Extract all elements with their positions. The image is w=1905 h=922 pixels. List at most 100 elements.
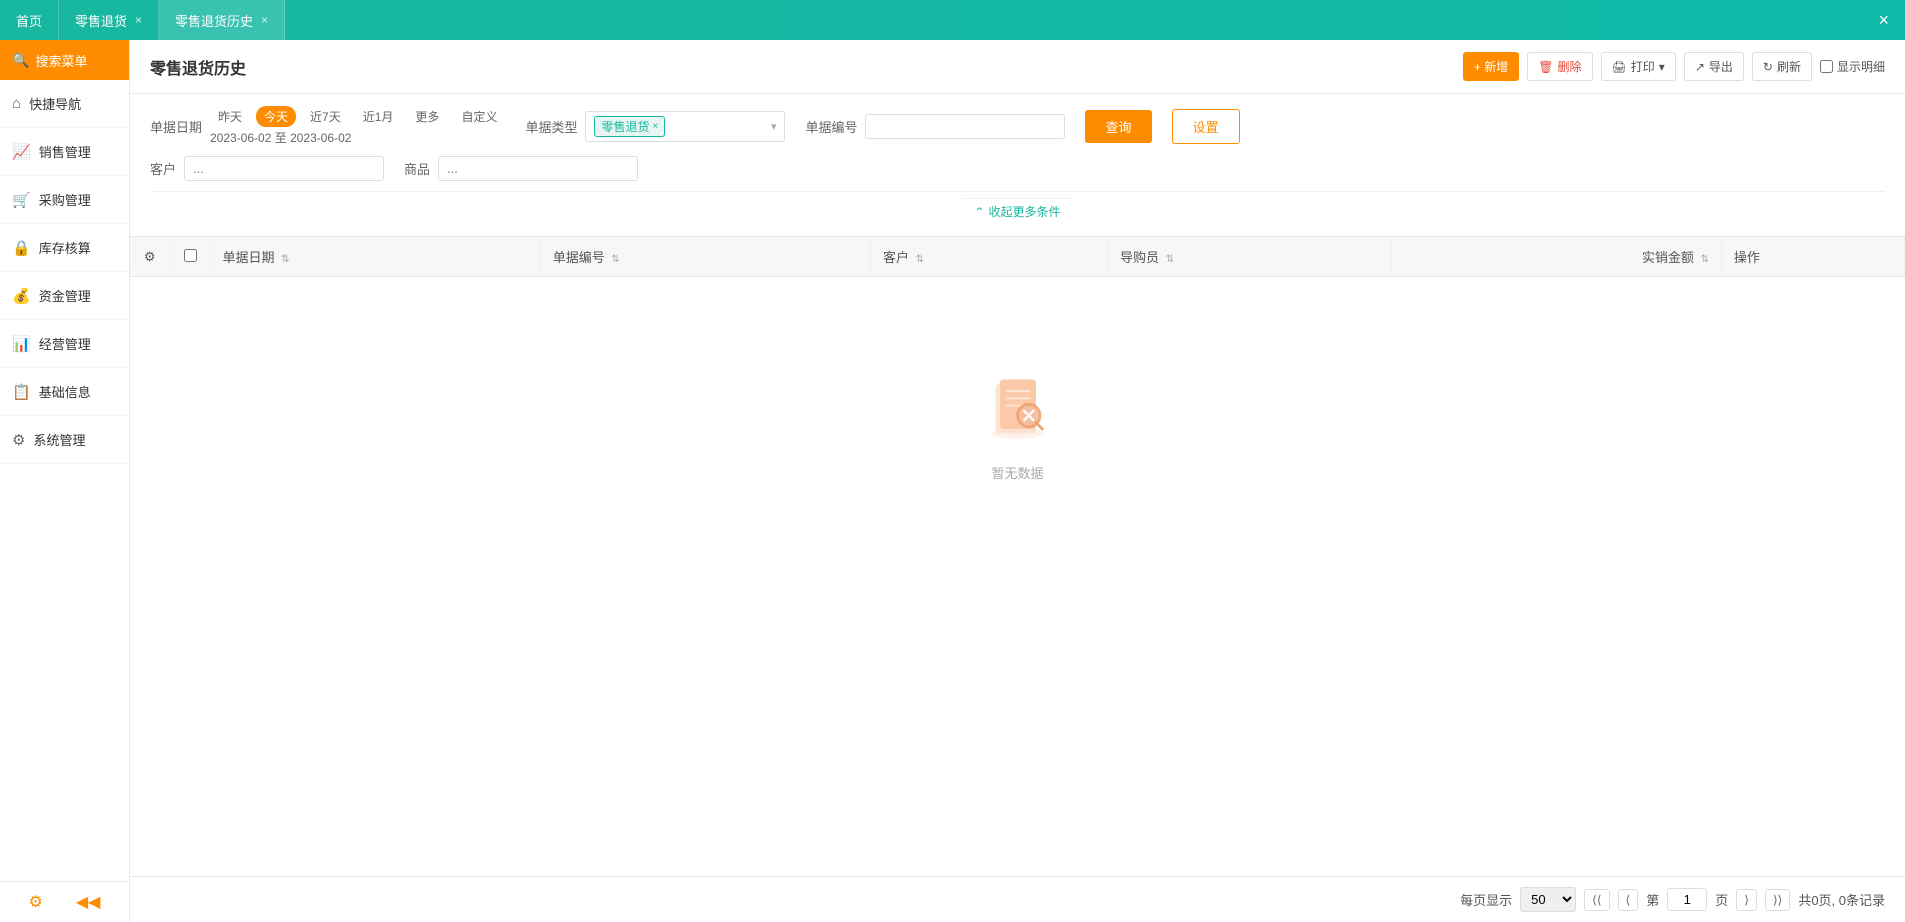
tab-retail-return-history-label: 零售退货历史 bbox=[175, 11, 253, 30]
sidebar-item-finance-label: 资金管理 bbox=[39, 286, 91, 305]
tab-retail-return-history-close[interactable]: × bbox=[261, 13, 268, 27]
sidebar-item-quick-nav-label: 快捷导航 bbox=[29, 94, 81, 113]
query-button[interactable]: 查询 bbox=[1085, 110, 1151, 143]
th-number[interactable]: 单据编号 ⇅ bbox=[540, 237, 870, 277]
date-last7-btn[interactable]: 近7天 bbox=[302, 106, 349, 127]
filter-area: 单据日期 昨天 今天 近7天 近1月 更多 自定义 2023-06-02 至 2… bbox=[130, 94, 1905, 237]
table-header-row: ⚙ 单据日期 ⇅ 单据编号 ⇅ bbox=[130, 237, 1905, 277]
page-title-bar: 零售退货历史 + 新增 🗑 删除 🖨 打印 ▾ ↗ 导出 ↻ bbox=[130, 40, 1905, 94]
operations-icon: 📊 bbox=[12, 335, 31, 353]
th-customer[interactable]: 客户 ⇅ bbox=[871, 237, 1108, 277]
th-amount-label: 实销金额 bbox=[1642, 250, 1694, 265]
print-button[interactable]: 🖨 打印 ▾ bbox=[1601, 52, 1676, 81]
delete-button[interactable]: 🗑 删除 bbox=[1527, 52, 1592, 81]
th-checkbox[interactable] bbox=[170, 237, 210, 277]
refresh-button[interactable]: ↻ 刷新 bbox=[1752, 52, 1812, 81]
date-last-month-btn[interactable]: 近1月 bbox=[355, 106, 402, 127]
prev-page-btn[interactable]: ⟨ bbox=[1618, 889, 1639, 911]
doc-number-input[interactable] bbox=[865, 114, 1065, 139]
th-date[interactable]: 单据日期 ⇅ bbox=[210, 237, 540, 277]
th-amount[interactable]: 实销金额 ⇅ bbox=[1391, 237, 1721, 277]
th-settings[interactable]: ⚙ bbox=[130, 237, 170, 277]
collapse-button[interactable]: ⌃ 收起更多条件 bbox=[962, 198, 1072, 224]
th-guide[interactable]: 导购员 ⇅ bbox=[1107, 237, 1391, 277]
date-yesterday-btn[interactable]: 昨天 bbox=[210, 106, 250, 127]
sidebar-item-sales-mgmt-label: 销售管理 bbox=[39, 142, 91, 161]
doc-type-tag: 零售退货 × bbox=[594, 116, 665, 137]
tab-home[interactable]: 首页 bbox=[0, 0, 59, 40]
sales-icon: 📈 bbox=[12, 143, 31, 161]
date-filter-container: 昨天 今天 近7天 近1月 更多 自定义 2023-06-02 至 2023-0… bbox=[210, 106, 505, 146]
goods-label: 商品 bbox=[404, 159, 430, 178]
display-detail-checkbox[interactable] bbox=[1820, 60, 1833, 73]
print-label: 打印 bbox=[1631, 58, 1655, 75]
first-page-btn[interactable]: ⟨⟨ bbox=[1584, 889, 1609, 911]
delete-icon: 🗑 bbox=[1538, 60, 1553, 74]
sidebar-gear-button[interactable]: ⚙ bbox=[29, 892, 43, 912]
sidebar-search-label: 搜索菜单 bbox=[35, 51, 87, 70]
window-close-button[interactable]: × bbox=[1862, 10, 1905, 31]
sidebar-volume-button[interactable]: ◀◀ bbox=[76, 892, 101, 912]
doc-type-label: 单据类型 bbox=[525, 117, 577, 136]
new-button[interactable]: + 新增 bbox=[1463, 52, 1519, 81]
doc-type-tag-close[interactable]: × bbox=[652, 121, 658, 132]
refresh-icon: ↻ bbox=[1763, 60, 1773, 74]
doc-type-select[interactable]: 零售退货 × ▾ bbox=[585, 111, 785, 142]
goods-input[interactable] bbox=[438, 156, 638, 181]
date-custom-btn[interactable]: 自定义 bbox=[453, 106, 505, 127]
guide-sort-icon: ⇅ bbox=[1166, 254, 1174, 265]
display-detail-text: 显示明细 bbox=[1837, 58, 1885, 75]
date-filter-label: 单据日期 bbox=[150, 117, 202, 136]
customer-label: 客户 bbox=[150, 159, 176, 178]
filter-doc-number: 单据编号 bbox=[805, 114, 1065, 139]
th-action-label: 操作 bbox=[1734, 250, 1760, 265]
sidebar-item-base-info-label: 基础信息 bbox=[39, 382, 91, 401]
last-page-btn[interactable]: ⟩⟩ bbox=[1765, 889, 1790, 911]
tab-retail-return-close[interactable]: × bbox=[135, 13, 142, 27]
sidebar-item-base-info[interactable]: 📋 基础信息 bbox=[0, 368, 129, 416]
sidebar-item-operations-label: 经营管理 bbox=[39, 334, 91, 353]
main-layout: 🔍 搜索菜单 ⌂ 快捷导航 📈 销售管理 🛒 采购管理 🔒 库存核算 💰 资金管… bbox=[0, 40, 1905, 922]
sidebar-item-inventory-label: 库存核算 bbox=[39, 238, 91, 257]
customer-input[interactable] bbox=[184, 156, 384, 181]
sidebar-item-operations[interactable]: 📊 经营管理 bbox=[0, 320, 129, 368]
tab-retail-return[interactable]: 零售退货 × bbox=[59, 0, 159, 40]
export-button[interactable]: ↗ 导出 bbox=[1684, 52, 1744, 81]
collapse-container: ⌃ 收起更多条件 bbox=[150, 191, 1885, 224]
sidebar-item-purchase-mgmt[interactable]: 🛒 采购管理 bbox=[0, 176, 129, 224]
filter-goods: 商品 bbox=[404, 156, 638, 181]
page-prefix-label: 第 bbox=[1646, 890, 1659, 909]
tab-list: 首页 零售退货 × 零售退货历史 × bbox=[0, 0, 1862, 40]
sidebar-item-system-mgmt-label: 系统管理 bbox=[33, 430, 85, 449]
table-container: ⚙ 单据日期 ⇅ 单据编号 ⇅ bbox=[130, 237, 1905, 562]
filter-settings-button[interactable]: 设置 bbox=[1172, 109, 1240, 144]
sidebar-item-sales-mgmt[interactable]: 📈 销售管理 bbox=[0, 128, 129, 176]
amount-sort-icon: ⇅ bbox=[1700, 254, 1708, 265]
per-page-select[interactable]: 50 100 200 bbox=[1520, 887, 1576, 912]
th-guide-label: 导购员 bbox=[1120, 250, 1159, 265]
date-sort-icon: ⇅ bbox=[281, 254, 289, 265]
sidebar-item-system-mgmt[interactable]: ⚙ 系统管理 bbox=[0, 416, 129, 464]
settings-icon[interactable]: ⚙ bbox=[144, 249, 156, 264]
sidebar-item-finance[interactable]: 💰 资金管理 bbox=[0, 272, 129, 320]
sidebar-item-quick-nav[interactable]: ⌂ 快捷导航 bbox=[0, 80, 129, 128]
sidebar-item-inventory[interactable]: 🔒 库存核算 bbox=[0, 224, 129, 272]
th-number-label: 单据编号 bbox=[553, 250, 605, 265]
tab-retail-return-history[interactable]: 零售退货历史 × bbox=[159, 0, 285, 40]
delete-label: 删除 bbox=[1558, 58, 1582, 75]
home-icon: ⌂ bbox=[12, 95, 21, 112]
top-bar: 首页 零售退货 × 零售退货历史 × × bbox=[0, 0, 1905, 40]
customer-sort-icon: ⇅ bbox=[916, 254, 924, 265]
select-all-checkbox[interactable] bbox=[184, 249, 197, 262]
export-icon: ↗ bbox=[1695, 60, 1705, 74]
next-page-btn[interactable]: ⟩ bbox=[1736, 889, 1757, 911]
page-number-input[interactable]: 1 bbox=[1667, 888, 1707, 911]
filter-doc-type: 单据类型 零售退货 × ▾ bbox=[525, 111, 785, 142]
display-detail-toggle[interactable]: 显示明细 bbox=[1820, 58, 1885, 75]
sidebar-search[interactable]: 🔍 搜索菜单 bbox=[0, 40, 129, 80]
print-icon: 🖨 bbox=[1612, 60, 1627, 74]
date-more-btn[interactable]: 更多 bbox=[407, 106, 447, 127]
tab-home-label: 首页 bbox=[16, 11, 42, 30]
date-today-btn[interactable]: 今天 bbox=[256, 106, 296, 127]
sidebar-bottom: ⚙ ◀◀ bbox=[0, 881, 129, 922]
